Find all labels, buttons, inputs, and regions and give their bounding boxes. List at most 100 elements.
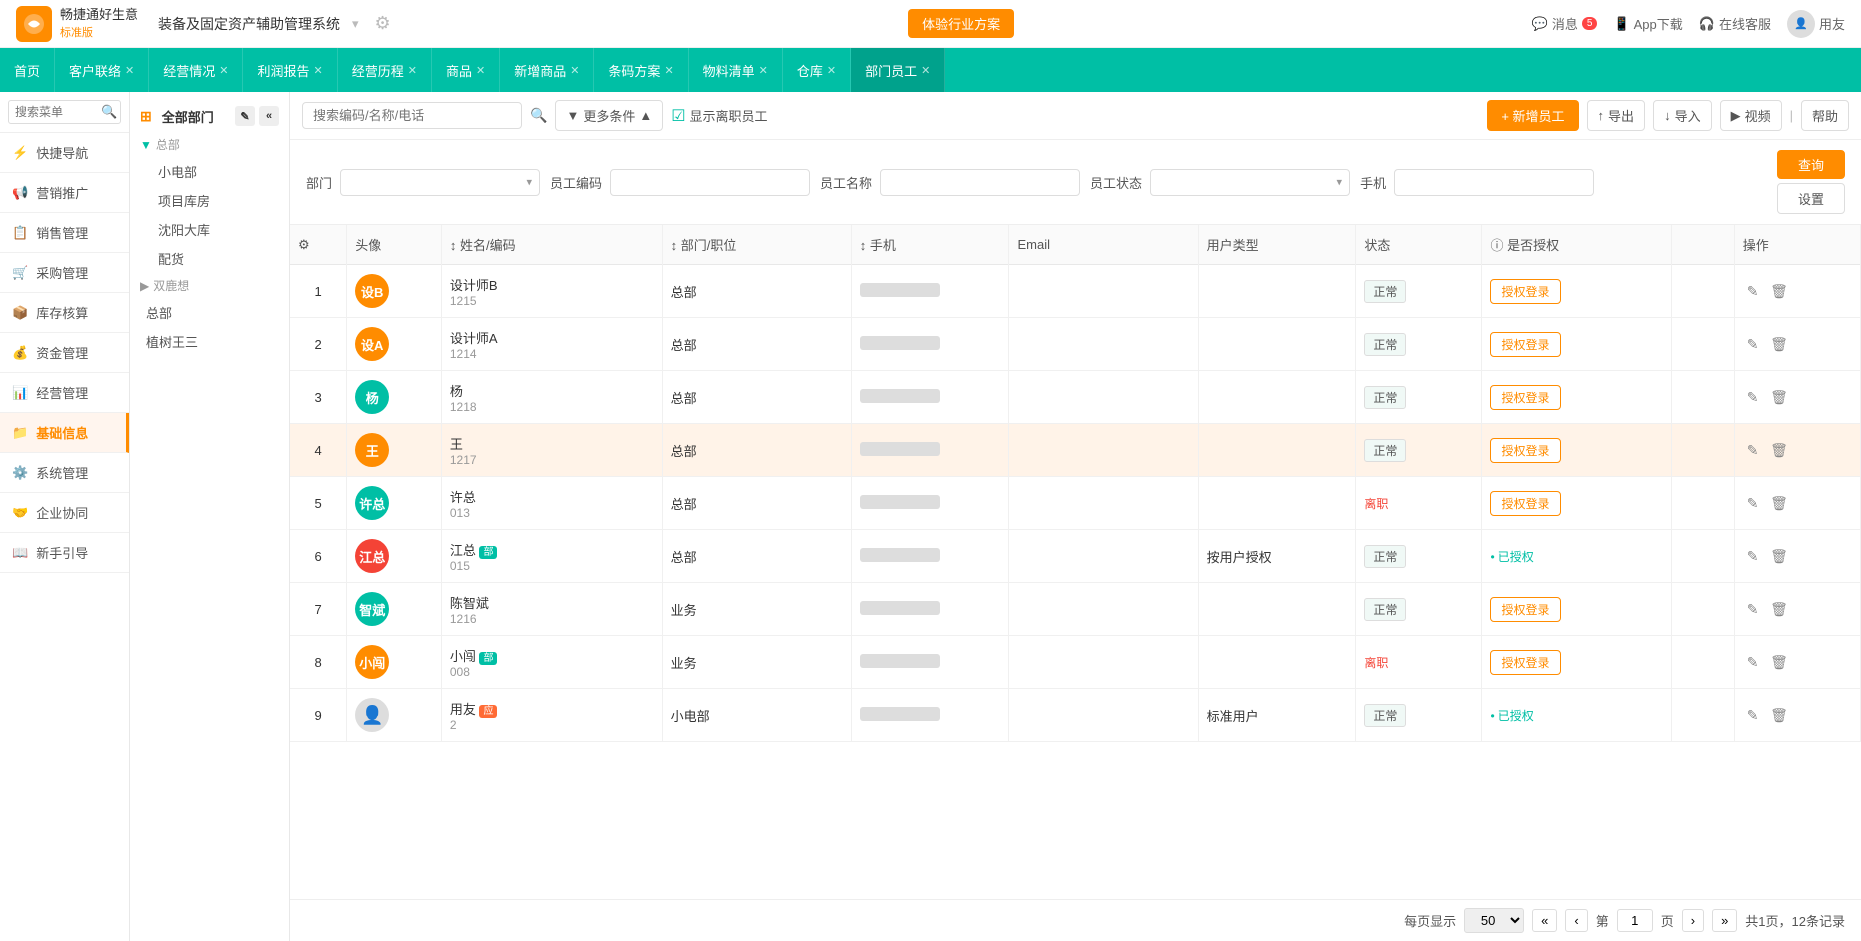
nav-close-icon[interactable]: ✕	[759, 64, 768, 77]
nav-operations[interactable]: 经营情况 ✕	[149, 48, 243, 92]
sidebar-item-guide[interactable]: 📖 新手引导	[0, 533, 129, 573]
edit-btn[interactable]: ✎	[1743, 334, 1763, 355]
show-resigned-toggle[interactable]: ☑ 显示离职员工	[671, 106, 767, 126]
col-name-code[interactable]: ↕ 姓名/编码	[441, 225, 662, 265]
edit-btn[interactable]: ✎	[1743, 387, 1763, 408]
import-btn[interactable]: ↓ 导入	[1653, 100, 1712, 131]
nav-close-icon[interactable]: ✕	[408, 64, 417, 77]
nav-bom[interactable]: 物料清单 ✕	[689, 48, 783, 92]
view-btn[interactable]: ▶ 视频	[1720, 100, 1782, 131]
col-settings[interactable]: ⚙	[290, 225, 347, 265]
nav-employees[interactable]: 部门员工 ✕	[851, 48, 945, 92]
edit-btn[interactable]: ✎	[1743, 281, 1763, 302]
nav-goods[interactable]: 商品 ✕	[432, 48, 500, 92]
dept-child-xd[interactable]: 小电部	[130, 157, 289, 186]
auth-login-btn[interactable]: 授权登录	[1490, 597, 1560, 622]
row-name[interactable]: 用友 应2	[441, 689, 662, 742]
dropdown-icon[interactable]: ▾	[352, 16, 359, 32]
dept-collapse-icon[interactable]: «	[259, 106, 279, 126]
employee-name-input[interactable]	[880, 169, 1080, 196]
edit-btn[interactable]: ✎	[1743, 440, 1763, 461]
sidebar-item-finance[interactable]: 💰 资金管理	[0, 333, 129, 373]
prev-page-btn[interactable]: ‹	[1565, 909, 1587, 932]
row-name[interactable]: 杨1218	[441, 371, 662, 424]
sidebar-item-marketing[interactable]: 📢 营销推广	[0, 173, 129, 213]
nav-close-icon[interactable]: ✕	[827, 64, 836, 77]
status-select[interactable]	[1150, 169, 1350, 196]
sidebar-item-quick-nav[interactable]: ⚡ 快捷导航	[0, 133, 129, 173]
delete-btn[interactable]: 🗑	[1766, 281, 1792, 302]
next-page-btn[interactable]: ›	[1682, 909, 1704, 932]
row-name[interactable]: 江总 部015	[441, 530, 662, 583]
search-input[interactable]	[302, 102, 522, 129]
dept-select[interactable]	[340, 169, 540, 196]
nav-close-icon[interactable]: ✕	[664, 64, 673, 77]
auth-login-btn[interactable]: 授权登录	[1490, 385, 1560, 410]
help-btn[interactable]: 帮助	[1801, 100, 1849, 131]
sidebar-item-cooperation[interactable]: 🤝 企业协同	[0, 493, 129, 533]
nav-add-goods[interactable]: 新增商品 ✕	[500, 48, 594, 92]
auth-login-btn[interactable]: 授权登录	[1490, 491, 1560, 516]
delete-btn[interactable]: 🗑	[1766, 599, 1792, 620]
auth-login-btn[interactable]: 授权登录	[1490, 438, 1560, 463]
edit-btn[interactable]: ✎	[1743, 599, 1763, 620]
nav-barcode[interactable]: 条码方案 ✕	[594, 48, 688, 92]
sidebar-item-system[interactable]: ⚙️ 系统管理	[0, 453, 129, 493]
message-btn[interactable]: 💬 消息 5	[1532, 14, 1598, 33]
auth-login-btn[interactable]: 授权登录	[1490, 650, 1560, 675]
delete-btn[interactable]: 🗑	[1766, 493, 1792, 514]
more-filter-btn[interactable]: ▼ 更多条件 ▲	[555, 100, 663, 131]
sidebar-item-sales[interactable]: 📋 销售管理	[0, 213, 129, 253]
auth-login-btn[interactable]: 授权登录	[1490, 332, 1560, 357]
dept-child-ph[interactable]: 配货	[130, 244, 289, 273]
sidebar-item-inventory[interactable]: 📦 库存核算	[0, 293, 129, 333]
export-btn[interactable]: ↑ 导出	[1587, 100, 1646, 131]
user-btn[interactable]: 👤 用友	[1787, 10, 1845, 38]
nav-close-icon[interactable]: ✕	[476, 64, 485, 77]
per-page-select[interactable]: 50 100	[1464, 908, 1524, 933]
nav-close-icon[interactable]: ✕	[570, 64, 579, 77]
nav-customer[interactable]: 客户联络 ✕	[55, 48, 149, 92]
sidebar-item-purchase[interactable]: 🛒 采购管理	[0, 253, 129, 293]
nav-history[interactable]: 经营历程 ✕	[338, 48, 432, 92]
nav-close-icon-active[interactable]: ✕	[921, 64, 930, 77]
delete-btn[interactable]: 🗑	[1766, 387, 1792, 408]
nav-close-icon[interactable]: ✕	[314, 64, 323, 77]
col-dept[interactable]: ↕ 部门/职位	[662, 225, 851, 265]
set-btn[interactable]: 设置	[1777, 183, 1845, 214]
row-name[interactable]: 陈智斌1216	[441, 583, 662, 636]
nav-close-icon[interactable]: ✕	[219, 64, 228, 77]
delete-btn[interactable]: 🗑	[1766, 334, 1792, 355]
row-name[interactable]: 设计师B1215	[441, 265, 662, 318]
delete-btn[interactable]: 🗑	[1766, 440, 1792, 461]
edit-btn[interactable]: ✎	[1743, 493, 1763, 514]
dept-edit-icon[interactable]: ✎	[235, 106, 255, 126]
dept-item-zsw[interactable]: 植树王三	[130, 327, 289, 356]
dept-collapse-toggle[interactable]: ▼	[140, 138, 152, 152]
delete-btn[interactable]: 🗑	[1766, 546, 1792, 567]
nav-warehouse[interactable]: 仓库 ✕	[783, 48, 851, 92]
first-page-btn[interactable]: «	[1532, 909, 1557, 932]
query-btn[interactable]: 查询	[1777, 150, 1845, 179]
page-number-input[interactable]	[1617, 909, 1653, 932]
edit-btn[interactable]: ✎	[1743, 546, 1763, 567]
sidebar-item-biz-mgmt[interactable]: 📊 经营管理	[0, 373, 129, 413]
sidebar-item-basic-info[interactable]: 📁 基础信息	[0, 413, 129, 453]
row-name[interactable]: 小闯 部008	[441, 636, 662, 689]
nav-profit[interactable]: 利润报告 ✕	[243, 48, 337, 92]
app-download-btn[interactable]: 📱 App下载	[1613, 14, 1682, 33]
col-phone[interactable]: ↕ 手机	[851, 225, 1009, 265]
nav-close-icon[interactable]: ✕	[125, 64, 134, 77]
col-auth[interactable]: ⓘ 是否授权	[1482, 225, 1671, 265]
delete-btn[interactable]: 🗑	[1766, 652, 1792, 673]
dept-child-sy[interactable]: 沈阳大库	[130, 215, 289, 244]
dept-item-zb[interactable]: 总部	[130, 298, 289, 327]
trial-button[interactable]: 体验行业方案	[908, 9, 1014, 38]
row-name[interactable]: 设计师A1214	[441, 318, 662, 371]
add-employee-btn[interactable]: + 新增员工	[1487, 100, 1578, 131]
online-service-btn[interactable]: 🎧 在线客服	[1699, 14, 1771, 33]
dept-child-xm[interactable]: 项目库房	[130, 186, 289, 215]
auth-login-btn[interactable]: 授权登录	[1490, 279, 1560, 304]
row-name[interactable]: 王1217	[441, 424, 662, 477]
row-name[interactable]: 许总013	[441, 477, 662, 530]
